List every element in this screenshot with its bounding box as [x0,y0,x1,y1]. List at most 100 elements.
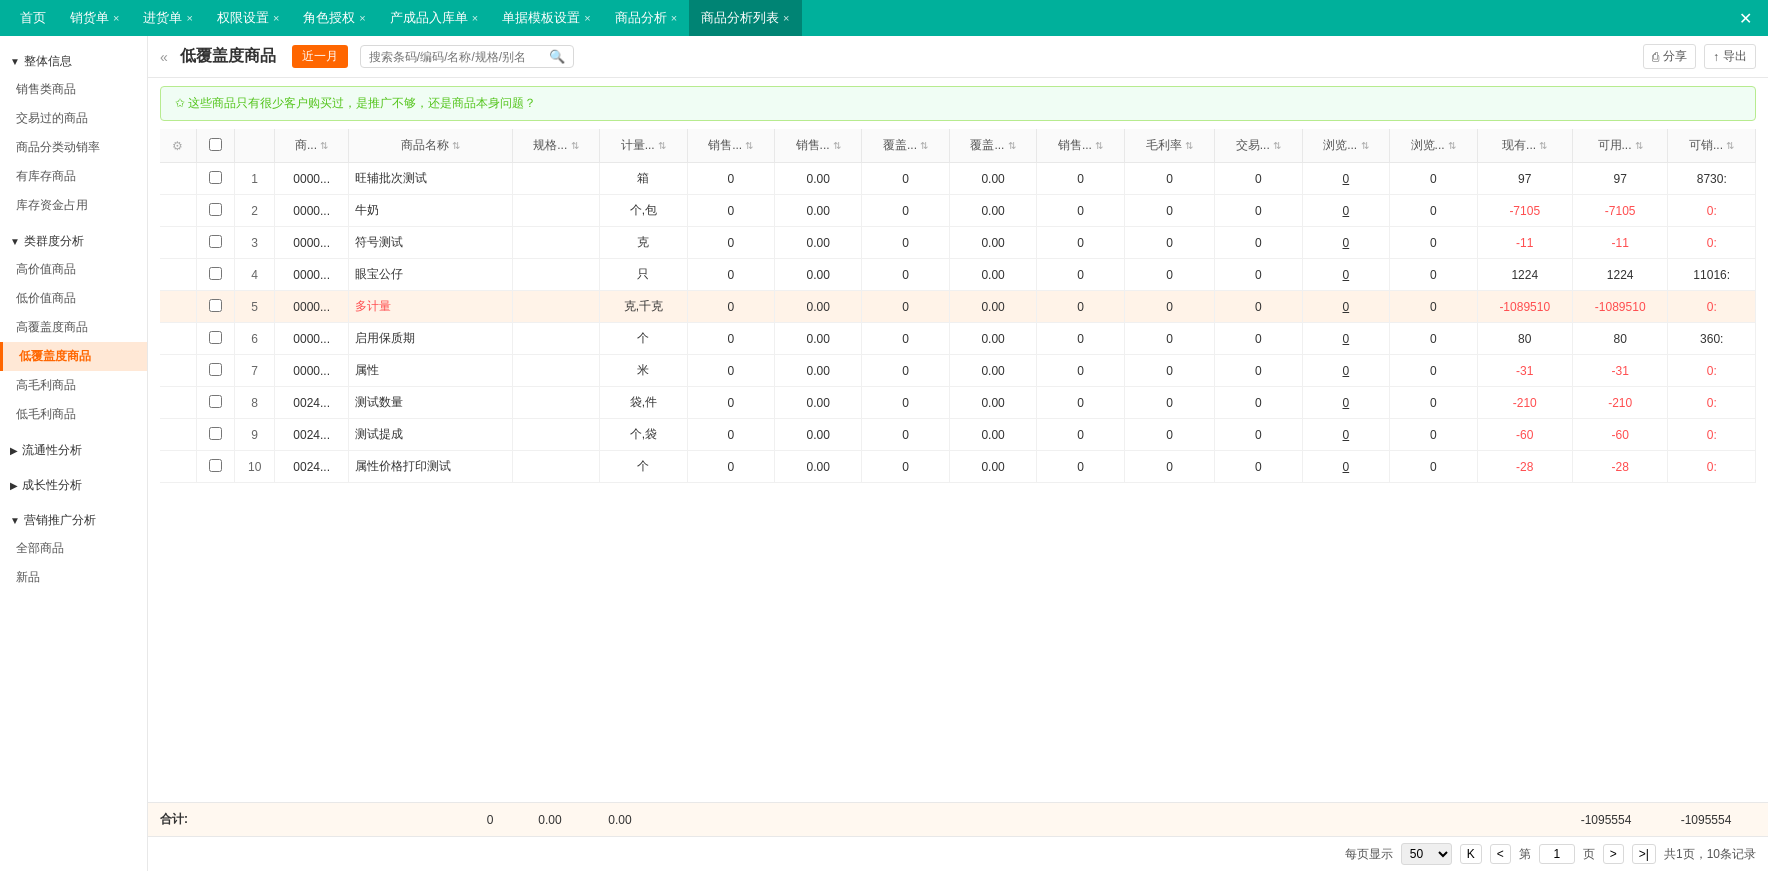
trade-column-header[interactable]: 交易... ⇅ [1215,129,1302,163]
sidebar-group-overall[interactable]: ▼ 整体信息 [0,48,147,75]
sales-qty-column-header[interactable]: 销售... ⇅ [687,129,774,163]
browse-a-cell[interactable]: 0 [1302,163,1389,195]
checkbox-cell[interactable] [196,451,235,483]
cover-a-column-header[interactable]: 覆盖... ⇅ [862,129,949,163]
checkbox-cell[interactable] [196,355,235,387]
close-icon[interactable]: × [113,12,119,24]
sales-c-column-header[interactable]: 销售... ⇅ [1037,129,1124,163]
row-checkbox[interactable] [209,427,222,440]
gross-rate-cell: 0 [1124,387,1214,419]
nav-permission[interactable]: 权限设置 × [205,0,291,36]
row-checkbox[interactable] [209,171,222,184]
checkbox-cell[interactable] [196,291,235,323]
search-input[interactable] [369,50,549,64]
sidebar-group-circulation[interactable]: ▶ 流通性分析 [0,437,147,464]
sidebar-item-stocked-goods[interactable]: 有库存商品 [0,162,147,191]
close-icon[interactable]: × [671,12,677,24]
close-icon[interactable]: × [359,12,365,24]
row-checkbox[interactable] [209,267,222,280]
row-checkbox[interactable] [209,203,222,216]
nav-template-settings[interactable]: 单据模板设置 × [490,0,602,36]
checkbox-cell[interactable] [196,323,235,355]
current-column-header[interactable]: 现有... ⇅ [1477,129,1572,163]
sidebar-item-low-coverage[interactable]: 低覆盖度商品 [0,342,147,371]
checkbox-cell[interactable] [196,387,235,419]
row-checkbox[interactable] [209,299,222,312]
sidebar-item-sales-goods[interactable]: 销售类商品 [0,75,147,104]
checkbox-cell[interactable] [196,163,235,195]
checkbox-cell[interactable] [196,419,235,451]
sidebar-item-traded-goods[interactable]: 交易过的商品 [0,104,147,133]
browse-a-cell[interactable]: 0 [1302,419,1389,451]
next-page-button[interactable]: > [1603,844,1624,864]
checkbox-cell[interactable] [196,227,235,259]
sidebar-group-marketing[interactable]: ▼ 营销推广分析 [0,507,147,534]
browse-a-cell[interactable]: 0 [1302,323,1389,355]
cover-b-column-header[interactable]: 覆盖... ⇅ [949,129,1036,163]
settings-column-header[interactable]: ⚙ [160,129,196,163]
row-checkbox[interactable] [209,235,222,248]
sidebar-item-low-value[interactable]: 低价值商品 [0,284,147,313]
sidebar-item-low-gross[interactable]: 低毛利商品 [0,400,147,429]
close-icon[interactable]: × [186,12,192,24]
per-page-select[interactable]: 50 20 100 [1401,843,1452,865]
nav-sales-order[interactable]: 销货单 × [58,0,131,36]
share-button[interactable]: ⎙ 分享 [1643,44,1696,69]
browse-a-cell[interactable]: 0 [1302,387,1389,419]
checkbox-cell[interactable] [196,195,235,227]
gross-rate-column-header[interactable]: 毛利率 ⇅ [1124,129,1214,163]
browse-a-column-header[interactable]: 浏览... ⇅ [1302,129,1389,163]
select-all-checkbox[interactable] [209,138,222,151]
close-icon[interactable]: × [472,12,478,24]
browse-a-cell[interactable]: 0 [1302,195,1389,227]
sidebar-group-growth[interactable]: ▶ 成长性分析 [0,472,147,499]
row-checkbox[interactable] [209,395,222,408]
sidebar-item-high-coverage[interactable]: 高覆盖度商品 [0,313,147,342]
spec-column-header[interactable]: 规格... ⇅ [512,129,599,163]
available-column-header[interactable]: 可用... ⇅ [1572,129,1667,163]
nav-product-analysis[interactable]: 商品分析 × [603,0,689,36]
sidebar-item-high-gross[interactable]: 高毛利商品 [0,371,147,400]
checkbox-column-header[interactable] [196,129,235,163]
nav-product-inbound[interactable]: 产成品入库单 × [378,0,490,36]
nav-home[interactable]: 首页 [8,0,58,36]
page-number-input[interactable] [1539,844,1575,864]
name-column-header[interactable]: 商品名称 ⇅ [349,129,512,163]
sales-amt-cell: 0.00 [775,291,862,323]
search-icon[interactable]: 🔍 [549,49,565,64]
browse-a-cell[interactable]: 0 [1302,227,1389,259]
close-icon[interactable]: × [584,12,590,24]
nav-product-analysis-list[interactable]: 商品分析列表 × [689,0,801,36]
browse-a-cell[interactable]: 0 [1302,451,1389,483]
browse-a-cell[interactable]: 0 [1302,259,1389,291]
date-filter-button[interactable]: 近一月 [292,45,348,68]
sidebar-collapse-button[interactable]: « [160,49,168,65]
sellable-column-header[interactable]: 可销... ⇅ [1668,129,1756,163]
browse-a-cell[interactable]: 0 [1302,355,1389,387]
prev-page-button[interactable]: < [1490,844,1511,864]
nav-role-auth[interactable]: 角色授权 × [291,0,377,36]
row-checkbox[interactable] [209,459,222,472]
code-column-header[interactable]: 商... ⇅ [274,129,348,163]
nav-purchase-order[interactable]: 进货单 × [131,0,204,36]
row-checkbox[interactable] [209,363,222,376]
close-icon[interactable]: × [783,12,789,24]
browse-a-cell[interactable]: 0 [1302,291,1389,323]
unit-column-header[interactable]: 计量... ⇅ [600,129,687,163]
checkbox-cell[interactable] [196,259,235,291]
window-close-button[interactable]: ✕ [1731,9,1760,28]
first-page-button[interactable]: K [1460,844,1482,864]
sidebar-item-inventory-capital[interactable]: 库存资金占用 [0,191,147,220]
sidebar-group-cluster[interactable]: ▼ 类群度分析 [0,228,147,255]
sidebar-item-high-value[interactable]: 高价值商品 [0,255,147,284]
sales-amt-column-header[interactable]: 销售... ⇅ [775,129,862,163]
row-checkbox[interactable] [209,331,222,344]
sidebar-item-category-rate[interactable]: 商品分类动销率 [0,133,147,162]
last-page-button[interactable]: >| [1632,844,1656,864]
sidebar-item-new-goods[interactable]: 新品 [0,563,147,592]
data-table-wrap[interactable]: ⚙ 商... ⇅ 商品名称 ⇅ 规格... ⇅ 计量... ⇅ 销售... ⇅ … [160,129,1756,802]
close-icon[interactable]: × [273,12,279,24]
export-button[interactable]: ↑ 导出 [1704,44,1756,69]
sidebar-item-all-goods[interactable]: 全部商品 [0,534,147,563]
browse-b-column-header[interactable]: 浏览... ⇅ [1390,129,1477,163]
